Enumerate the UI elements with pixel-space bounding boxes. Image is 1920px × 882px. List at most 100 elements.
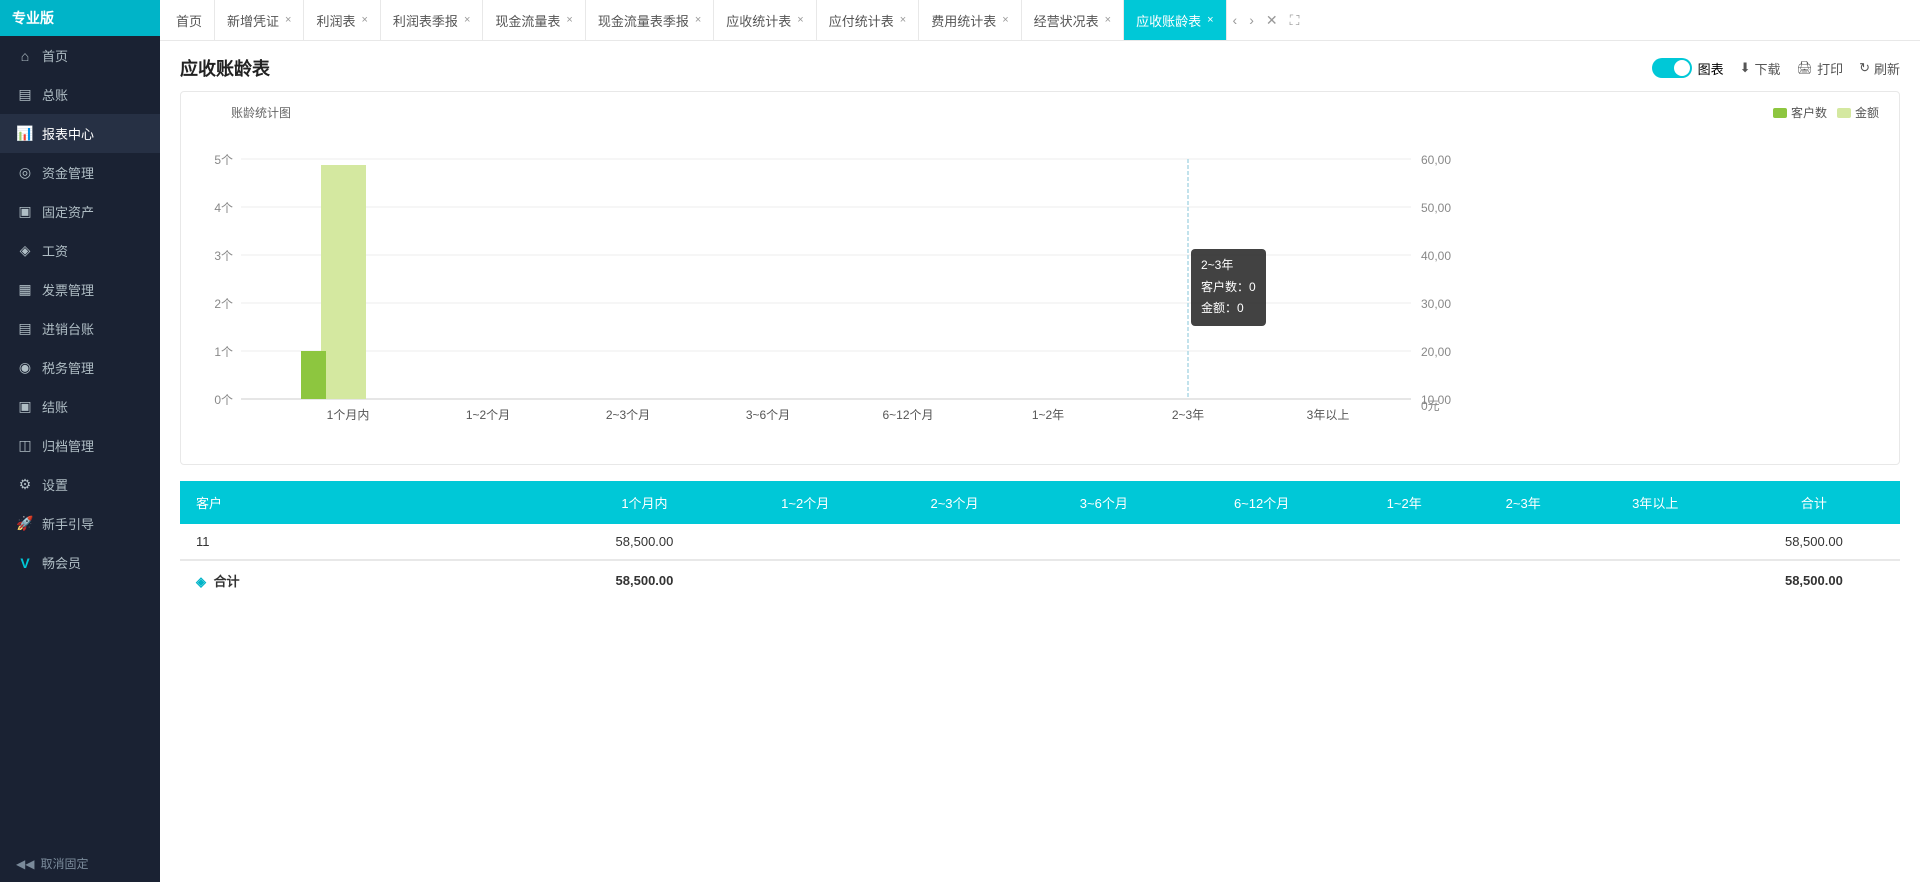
svg-text:2个: 2个 xyxy=(214,297,233,311)
sidebar-item-inventory[interactable]: ▤ 进销台账 xyxy=(0,309,160,348)
sidebar-item-asset[interactable]: ▣ 固定资产 xyxy=(0,192,160,231)
tab-label: 现金流量表季报 xyxy=(598,11,689,30)
inventory-icon: ▤ xyxy=(16,320,34,337)
sidebar-item-salary[interactable]: ◈ 工资 xyxy=(0,231,160,270)
sidebar-item-label: 畅会员 xyxy=(42,553,81,572)
home-icon: ⌂ xyxy=(16,48,34,64)
sidebar-item-checkout[interactable]: ▣ 结账 xyxy=(0,387,160,426)
tab-label: 经营状况表 xyxy=(1034,11,1099,30)
tab-close-icon[interactable]: × xyxy=(566,14,572,26)
download-icon: ⬇ xyxy=(1740,60,1751,76)
chart-toggle[interactable] xyxy=(1652,58,1692,78)
svg-text:2~3个月: 2~3个月 xyxy=(606,408,650,422)
pin-label: 取消固定 xyxy=(40,855,88,872)
tab-fullscreen-btn[interactable]: ⛶ xyxy=(1284,0,1306,40)
tab-profit-quarter[interactable]: 利润表季报 × xyxy=(381,0,483,40)
sidebar-item-guide[interactable]: 🚀 新手引导 xyxy=(0,504,160,543)
bar-amount-0 xyxy=(321,165,366,399)
sidebar-item-report[interactable]: 📊 报表中心 xyxy=(0,114,160,153)
tab-aging[interactable]: 应收账龄表 × xyxy=(1124,0,1226,40)
page-header: 应收账龄表 图表 ⬇ 下载 🖨 打印 ↻ 刷新 xyxy=(160,41,1920,91)
tab-biz-status[interactable]: 经营状况表 × xyxy=(1022,0,1124,40)
col-year12: 1~2年 xyxy=(1345,481,1464,524)
legend-customer-label: 客户数 xyxy=(1791,104,1827,121)
sidebar-footer-pin[interactable]: ◀◀ 取消固定 xyxy=(0,845,160,882)
tab-home[interactable]: 首页 xyxy=(164,0,215,40)
footer-label: ◈ 合计 xyxy=(180,560,558,600)
sidebar-item-settings[interactable]: ⚙ 设置 xyxy=(0,465,160,504)
sidebar-item-ledger[interactable]: ▤ 总账 xyxy=(0,75,160,114)
sidebar-item-label: 进销台账 xyxy=(42,319,94,338)
refresh-icon: ↻ xyxy=(1859,60,1870,76)
tab-prev-btn[interactable]: ‹ xyxy=(1227,0,1244,40)
tab-close-icon[interactable]: × xyxy=(1002,14,1008,26)
tab-close-icon[interactable]: × xyxy=(285,14,291,26)
tab-close-icon[interactable]: × xyxy=(1207,14,1213,26)
total-icon: ◈ xyxy=(196,574,206,589)
cell-month23 xyxy=(880,524,1029,560)
cell-month1: 58,500.00 xyxy=(558,524,730,560)
sidebar-item-member[interactable]: V 畅会员 xyxy=(0,543,160,582)
cell-year23 xyxy=(1464,524,1583,560)
tab-receivable-stat[interactable]: 应收统计表 × xyxy=(714,0,816,40)
svg-text:30,000.00元: 30,000.00元 xyxy=(1421,297,1451,311)
cell-year12 xyxy=(1345,524,1464,560)
download-btn[interactable]: ⬇ 下载 xyxy=(1740,59,1781,78)
sidebar-item-label: 归档管理 xyxy=(42,436,94,455)
main-content: 首页 新增凭证 × 利润表 × 利润表季报 × 现金流量表 × 现金流量表季报 … xyxy=(160,0,1920,882)
cell-year3plus xyxy=(1583,524,1728,560)
footer-month23 xyxy=(880,560,1029,600)
footer-year23 xyxy=(1464,560,1583,600)
tab-label: 应收账龄表 xyxy=(1136,11,1201,30)
sidebar-item-invoice[interactable]: ▦ 发票管理 xyxy=(0,270,160,309)
tab-close-icon[interactable]: × xyxy=(361,14,367,26)
refresh-btn[interactable]: ↻ 刷新 xyxy=(1859,59,1900,78)
col-year3plus: 3年以上 xyxy=(1583,481,1728,524)
invoice-icon: ▦ xyxy=(16,281,34,298)
svg-text:4个: 4个 xyxy=(214,201,233,215)
print-btn[interactable]: 🖨 打印 xyxy=(1797,59,1844,78)
sidebar-item-home[interactable]: ⌂ 首页 xyxy=(0,36,160,75)
print-label: 打印 xyxy=(1817,59,1843,78)
tab-voucher[interactable]: 新增凭证 × xyxy=(215,0,304,40)
tab-close-icon[interactable]: × xyxy=(797,14,803,26)
sidebar-item-fund[interactable]: ◎ 资金管理 xyxy=(0,153,160,192)
table-row: 11 58,500.00 58,500.00 xyxy=(180,524,1900,560)
cell-month36 xyxy=(1029,524,1178,560)
tab-label: 新增凭证 xyxy=(227,11,279,30)
archive-icon: ◫ xyxy=(16,437,34,454)
tab-label: 现金流量表 xyxy=(495,11,560,30)
ledger-icon: ▤ xyxy=(16,86,34,103)
tab-next-btn[interactable]: › xyxy=(1243,0,1260,40)
tab-close-icon[interactable]: × xyxy=(464,14,470,26)
tab-close-all-btn[interactable]: ✕ xyxy=(1260,0,1284,40)
tab-profit[interactable]: 利润表 × xyxy=(304,0,380,40)
sidebar-item-label: 发票管理 xyxy=(42,280,94,299)
sidebar-item-tax[interactable]: ◉ 税务管理 xyxy=(0,348,160,387)
chart-toggle-container: 图表 xyxy=(1652,58,1724,78)
table-container: 客户 1个月内 1~2个月 2~3个月 3~6个月 6~12个月 1~2年 2~… xyxy=(180,481,1900,600)
tab-close-icon[interactable]: × xyxy=(1105,14,1111,26)
page-title: 应收账龄表 xyxy=(180,55,270,81)
chart-legend: 客户数 金额 xyxy=(1773,104,1879,121)
tab-cashflow-quarter[interactable]: 现金流量表季报 × xyxy=(586,0,714,40)
sidebar-item-archive[interactable]: ◫ 归档管理 xyxy=(0,426,160,465)
col-month612: 6~12个月 xyxy=(1179,481,1345,524)
col-customer: 客户 xyxy=(180,481,558,524)
svg-text:2~3年: 2~3年 xyxy=(1172,408,1204,422)
chart-svg-container: 5个 4个 3个 2个 1个 0个 60,000.00元 50,000.00元 … xyxy=(191,129,1879,452)
svg-text:50,000.00元: 50,000.00元 xyxy=(1421,201,1451,215)
tab-cashflow[interactable]: 现金流量表 × xyxy=(483,0,585,40)
svg-text:6~12个月: 6~12个月 xyxy=(882,408,933,422)
tab-payable-stat[interactable]: 应付统计表 × xyxy=(817,0,919,40)
sidebar-item-label: 报表中心 xyxy=(42,124,94,143)
sidebar: 专业版 ⌂ 首页 ▤ 总账 📊 报表中心 ◎ 资金管理 ▣ 固定资产 ◈ 工资 … xyxy=(0,0,160,882)
asset-icon: ▣ xyxy=(16,203,34,220)
sidebar-item-label: 工资 xyxy=(42,241,68,260)
tab-label: 首页 xyxy=(176,11,202,30)
tab-close-icon[interactable]: × xyxy=(695,14,701,26)
tab-close-icon[interactable]: × xyxy=(900,14,906,26)
legend-customer: 客户数 xyxy=(1773,104,1827,121)
tab-expense-stat[interactable]: 费用统计表 × xyxy=(919,0,1021,40)
svg-text:1~2个月: 1~2个月 xyxy=(466,408,510,422)
